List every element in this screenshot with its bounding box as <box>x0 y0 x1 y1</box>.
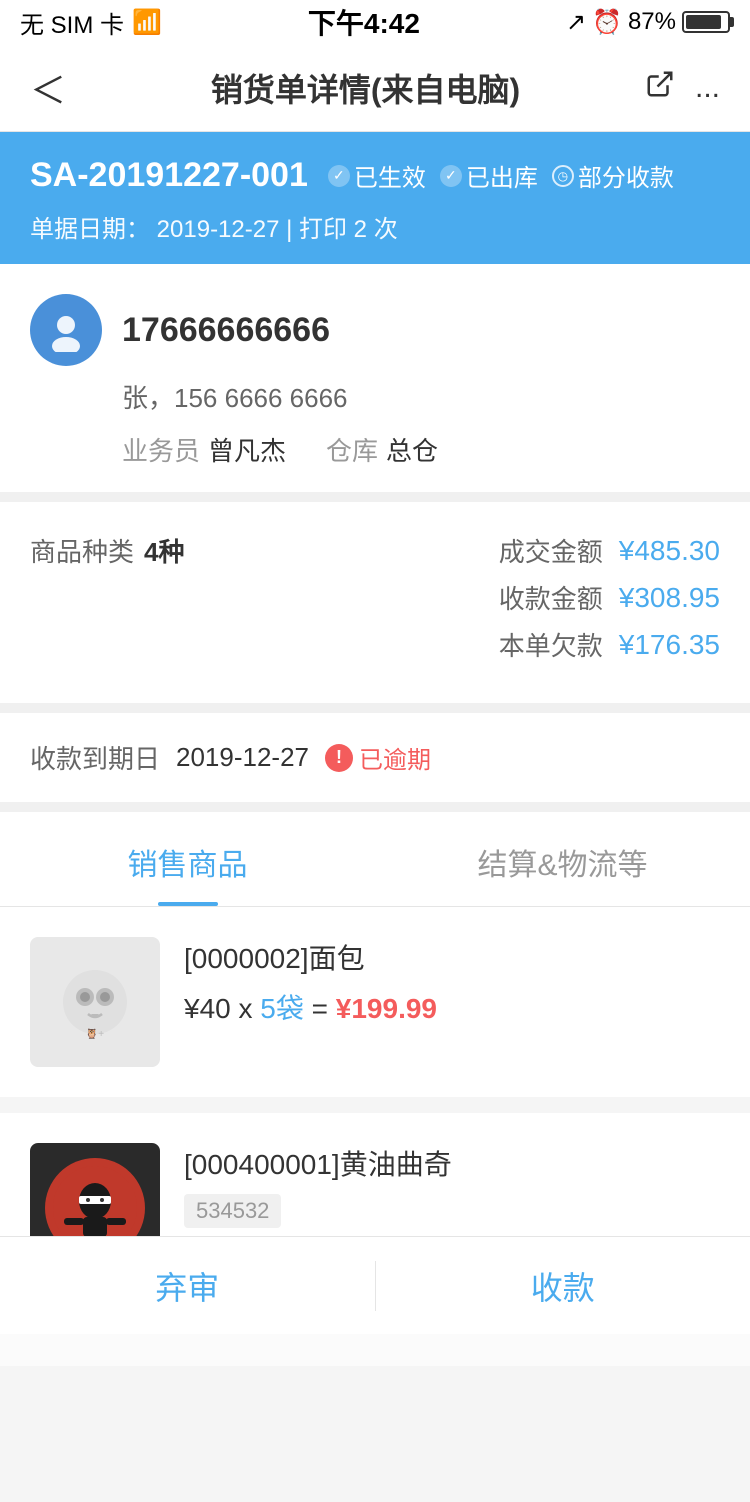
check-icon-1: ✓ <box>328 165 350 187</box>
nav-bar: ＜ 销货单详情(来自电脑) ... <box>0 44 750 132</box>
overdue-text: 已逾期 <box>359 740 431 775</box>
price-qty-1: 5袋 <box>260 993 304 1024</box>
tab-products[interactable]: 销售商品 <box>0 812 375 906</box>
due-section: 收款到期日 2019-12-27 ! 已逾期 <box>0 713 750 812</box>
stats-left: 商品种类 4种 <box>30 532 184 571</box>
debt-value: ¥176.35 <box>619 629 720 661</box>
avatar <box>30 294 102 366</box>
tab-settlement[interactable]: 结算&物流等 <box>375 812 750 906</box>
debt-label: 本单欠款 <box>499 626 603 663</box>
order-id: SA-20191227-001 <box>30 156 308 195</box>
tab-settlement-label: 结算&物流等 <box>477 849 647 882</box>
collected-value: ¥308.95 <box>619 582 720 614</box>
product-price-1: ¥40 x 5袋 = ¥199.99 <box>184 987 720 1027</box>
salesperson-label: 业务员 <box>122 431 200 468</box>
collected-row: 收款金额 ¥308.95 <box>499 579 720 616</box>
price-base-1: ¥40 x <box>184 993 260 1024</box>
carrier-label: 无 SIM 卡 <box>20 5 124 40</box>
header-banner: SA-20191227-001 ✓ 已生效 ✓ 已出库 ◷ 部分收款 单据日期：… <box>0 132 750 264</box>
battery-label: 87% <box>628 8 676 36</box>
status-bar-left: 无 SIM 卡 📶 <box>20 5 162 40</box>
print-info: | 打印 2 次 <box>286 216 398 243</box>
battery-fill <box>686 15 721 29</box>
collected-label: 收款金额 <box>499 579 603 616</box>
debt-row: 本单欠款 ¥176.35 <box>499 626 720 663</box>
alarm-icon: ⏰ <box>592 8 622 37</box>
share-button[interactable] <box>645 69 675 107</box>
warehouse-item: 仓库 总仓 <box>326 431 438 468</box>
price-total-1: ¥199.99 <box>336 993 437 1024</box>
bottom-bar: 弃审 收款 <box>0 1236 750 1334</box>
due-label: 收款到期日 <box>30 739 160 776</box>
check-icon-2: ✓ <box>440 165 462 187</box>
customer-row: 17666666666 <box>30 294 720 366</box>
product-sku-2: 534532 <box>184 1194 281 1228</box>
category-label: 商品种类 <box>30 532 134 569</box>
deal-amount-label: 成交金额 <box>499 532 603 569</box>
customer-phone: 17666666666 <box>122 311 330 350</box>
stats-section: 商品种类 4种 成交金额 ¥485.30 收款金额 ¥308.95 本单欠款 ¥… <box>0 502 750 713</box>
stats-right: 成交金额 ¥485.30 收款金额 ¥308.95 本单欠款 ¥176.35 <box>499 532 720 673</box>
salesperson-value: 曾凡杰 <box>208 431 286 468</box>
customer-detail: 张，156 6666 6666 <box>122 378 720 415</box>
tag-partial-label: 部分收款 <box>578 158 674 193</box>
thumb-placeholder-1: 🦉+ <box>30 937 160 1067</box>
product-name-1: [0000002]面包 <box>184 937 720 977</box>
back-button[interactable]: ＜ <box>30 62 86 114</box>
due-date: 2019-12-27 <box>176 742 309 773</box>
clock-icon: ◷ <box>552 165 574 187</box>
warehouse-value: 总仓 <box>386 431 438 468</box>
tag-effective-label: 已生效 <box>354 158 426 193</box>
customer-meta: 业务员 曾凡杰 仓库 总仓 <box>122 431 720 468</box>
category-value: 4种 <box>144 532 184 569</box>
status-bar-right: ↗ ⏰ 87% <box>566 8 730 37</box>
date-label: 单据日期： <box>30 216 150 243</box>
more-button[interactable]: ... <box>695 71 720 105</box>
tab-products-label: 销售商品 <box>128 849 248 882</box>
deal-amount-row: 成交金额 ¥485.30 <box>499 532 720 569</box>
svg-text:🦉+: 🦉+ <box>86 1028 104 1040</box>
customer-section: 17666666666 张，156 6666 6666 业务员 曾凡杰 仓库 总… <box>0 264 750 502</box>
status-tag-effective: ✓ 已生效 <box>328 158 426 193</box>
wifi-icon: 📶 <box>132 8 162 37</box>
warehouse-label: 仓库 <box>326 431 378 468</box>
overdue-icon: ! <box>325 744 353 772</box>
nav-actions: ... <box>645 69 720 107</box>
status-bar-time: 下午4:42 <box>308 2 420 42</box>
product-info-1: [0000002]面包 ¥40 x 5袋 = ¥199.99 <box>184 937 720 1027</box>
status-tag-partial: ◷ 部分收款 <box>552 158 674 193</box>
status-bar: 无 SIM 卡 📶 下午4:42 ↗ ⏰ 87% <box>0 0 750 44</box>
confirm-button[interactable]: 收款 <box>376 1237 750 1334</box>
battery-indicator <box>682 11 730 33</box>
tabs-row: 销售商品 结算&物流等 <box>0 812 750 906</box>
status-tags: ✓ 已生效 ✓ 已出库 ◷ 部分收款 <box>328 158 674 193</box>
order-date: 2019-12-27 <box>157 216 280 243</box>
page-title: 销货单详情(来自电脑) <box>86 65 645 111</box>
deal-amount-value: ¥485.30 <box>619 535 720 567</box>
cancel-button[interactable]: 弃审 <box>0 1237 375 1334</box>
tabs-section: 销售商品 结算&物流等 <box>0 812 750 907</box>
status-tag-shipped: ✓ 已出库 <box>440 158 538 193</box>
tag-shipped-label: 已出库 <box>466 158 538 193</box>
product-name-2: [000400001]黄油曲奇 <box>184 1143 720 1183</box>
salesperson-item: 业务员 曾凡杰 <box>122 431 286 468</box>
product-thumbnail-1: 🦉+ <box>30 937 160 1067</box>
price-equals-1: = <box>304 993 336 1024</box>
overdue-badge: ! 已逾期 <box>325 740 431 775</box>
category-item: 商品种类 4种 <box>30 532 184 569</box>
header-banner-top: SA-20191227-001 ✓ 已生效 ✓ 已出库 ◷ 部分收款 <box>30 156 720 195</box>
list-item: 🦉+ [0000002]面包 ¥40 x 5袋 = ¥199.99 <box>0 907 750 1097</box>
product-list: 🦉+ [0000002]面包 ¥40 x 5袋 = ¥199.99 <box>0 907 750 1502</box>
location-icon: ↗ <box>566 8 586 37</box>
header-date-info: 单据日期： 2019-12-27 | 打印 2 次 <box>30 209 720 244</box>
